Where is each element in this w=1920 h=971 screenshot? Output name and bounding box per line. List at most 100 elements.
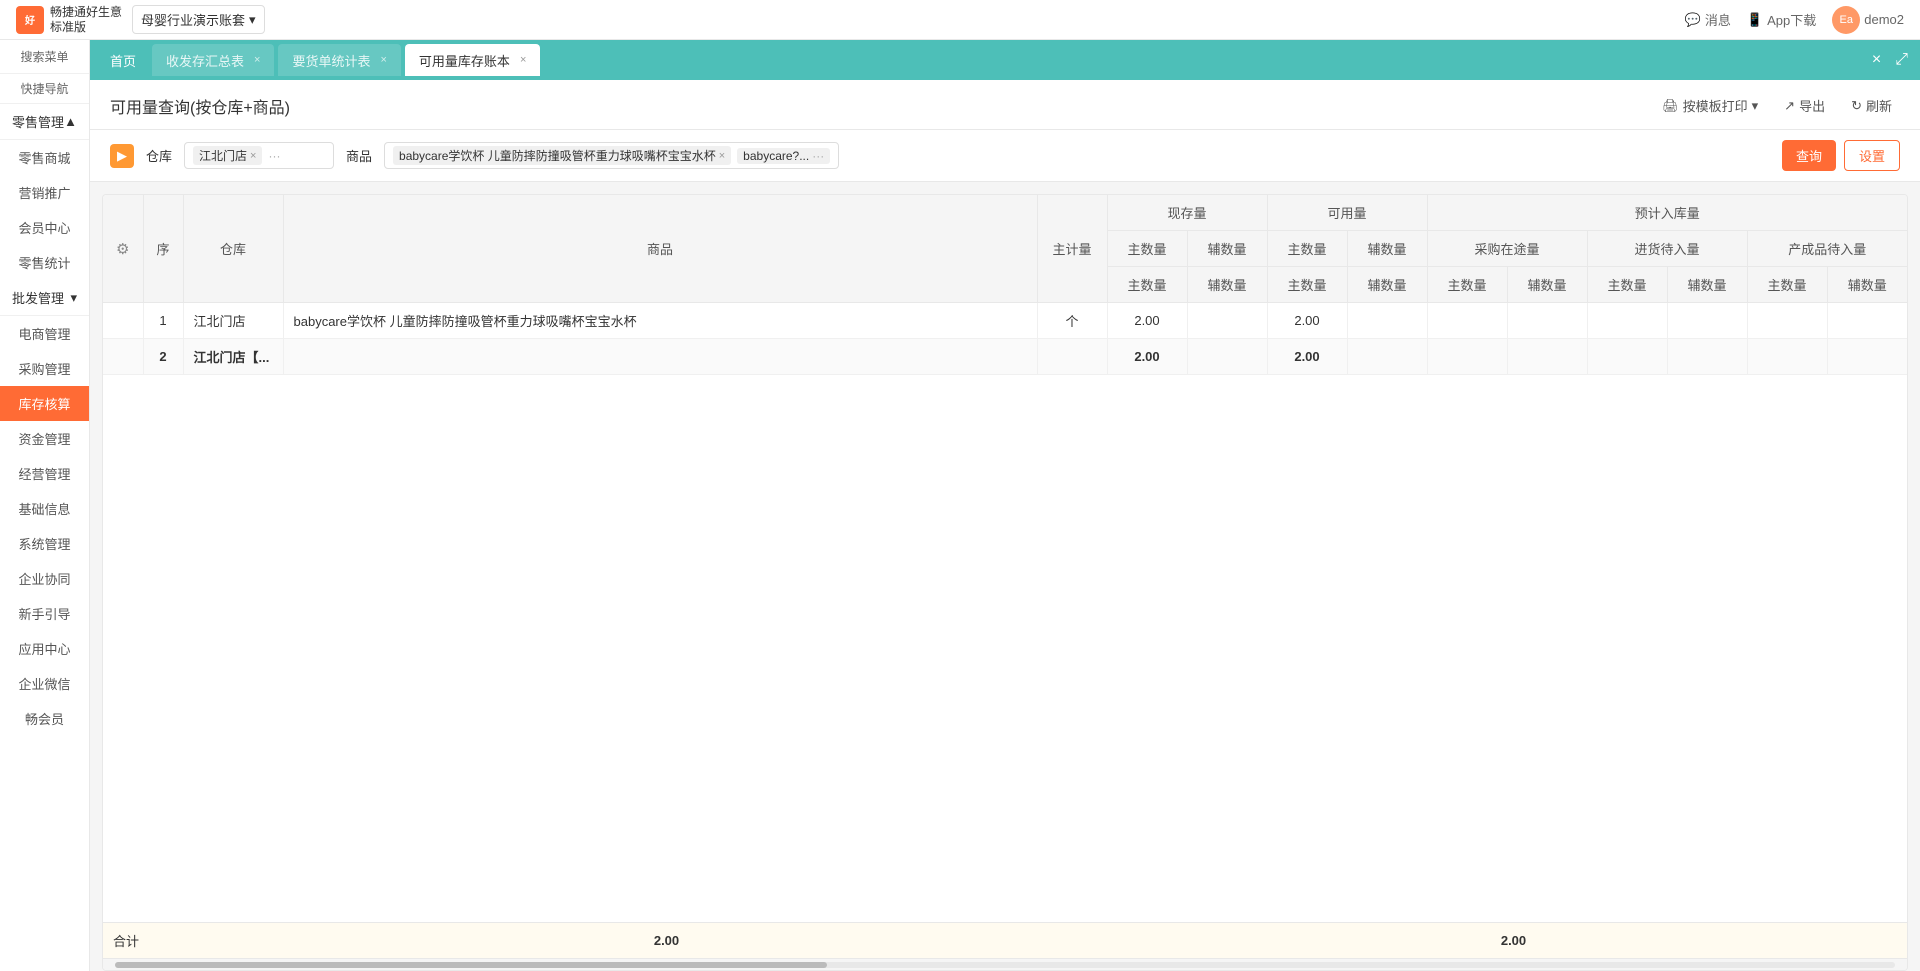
cell-p-aux — [1507, 303, 1587, 339]
user-menu[interactable]: Ea demo2 — [1832, 6, 1904, 34]
setting-button[interactable]: 设置 — [1844, 140, 1900, 171]
col-available-group: 可用量 — [1267, 195, 1427, 231]
filter-area: ▶ 仓库 江北门店 × ··· 商品 babycare学饮杯 儿童防摔防撞吸管杯… — [90, 130, 1920, 182]
query-button[interactable]: 查询 — [1782, 140, 1836, 171]
col-stock-group: 现存量 — [1107, 195, 1267, 231]
sidebar-item-member[interactable]: 会员中心 — [0, 210, 89, 245]
cell-i-main — [1587, 303, 1667, 339]
page-header-right: 🖨 按模板打印 ▾ ↗ 导出 ↻ 刷新 — [1654, 92, 1900, 129]
tab-available-stock[interactable]: 可用量库存账本 × — [405, 44, 540, 76]
cell-settings2 — [103, 339, 143, 375]
cell-avail-main: 2.00 — [1267, 303, 1347, 339]
cell-no2: 2 — [143, 339, 183, 375]
summary-avail-main: 2.00 — [1501, 933, 1526, 948]
cell-i-main2 — [1587, 339, 1667, 375]
warehouse-more[interactable]: ··· — [268, 149, 280, 163]
table-row: 2 江北门店【... 2.00 2.00 — [103, 339, 1907, 375]
sidebar-item-inventory[interactable]: 库存核算 — [0, 386, 89, 421]
print-button[interactable]: 🖨 按模板打印 ▾ — [1654, 92, 1766, 119]
product-input[interactable]: babycare学饮杯 儿童防摔防撞吸管杯重力球吸嘴杯宝宝水杯 × babyca… — [384, 142, 839, 169]
cell-p-main — [1427, 303, 1507, 339]
warehouse-tag: 江北门店 × — [193, 146, 262, 165]
logo-area: 好 畅捷通好生意 标准版 — [16, 5, 122, 34]
sidebar-item-retail-stats[interactable]: 零售统计 — [0, 245, 89, 280]
col-stock-aux-header: 辅数量 — [1187, 231, 1267, 267]
cell-i-aux — [1667, 303, 1747, 339]
cell-unit: 个 — [1037, 303, 1107, 339]
settings-icon[interactable]: ⚙ — [116, 241, 129, 258]
main-layout: 搜索菜单 快捷导航 零售管理 ▲ 零售商城 营销推广 会员中心 零售统计 批发管… — [0, 40, 1920, 971]
tab-receive-summary[interactable]: 收发存汇总表 × — [152, 44, 274, 76]
refresh-button[interactable]: ↻ 刷新 — [1843, 92, 1900, 119]
page-header: 可用量查询(按仓库+商品) 🖨 按模板打印 ▾ ↗ 导出 ↻ 刷新 — [90, 80, 1920, 130]
cell-stock-aux — [1187, 303, 1267, 339]
cell-warehouse: 江北门店 — [183, 303, 283, 339]
chevron-up-icon: ▲ — [64, 114, 77, 129]
col-settings[interactable]: ⚙ — [103, 195, 143, 303]
sidebar-shortcut[interactable]: 快捷导航 — [0, 74, 89, 104]
top-bar-left: 好 畅捷通好生意 标准版 母婴行业演示账套 ▾ — [16, 5, 265, 34]
cell-product: babycare学饮杯 儿童防摔防撞吸管杯重力球吸嘴杯宝宝水杯 — [283, 303, 1037, 339]
product-tag-close[interactable]: × — [719, 150, 725, 162]
top-bar: 好 畅捷通好生意 标准版 母婴行业演示账套 ▾ 💬 消息 📱 App下载 Ea … — [0, 0, 1920, 40]
sidebar-item-basic-info[interactable]: 基础信息 — [0, 491, 89, 526]
col-unit-header: 主计量 — [1037, 195, 1107, 303]
sidebar-item-member2[interactable]: 畅会员 — [0, 701, 89, 736]
tab-close-icon[interactable]: × — [254, 54, 260, 66]
expand-tabs-button[interactable]: ⤢ — [1891, 51, 1912, 69]
table-header: ⚙ 序 仓库 商品 主计量 现存量 可用量 预计入库量 — [103, 195, 1907, 303]
summary-stock-main: 2.00 — [654, 933, 679, 948]
filter-buttons: 查询 设置 — [1782, 140, 1900, 171]
col-avail-main-header: 主数量 — [1267, 231, 1347, 267]
table-wrap: ⚙ 序 仓库 商品 主计量 现存量 可用量 预计入库量 — [102, 194, 1908, 971]
cell-unit2 — [1037, 339, 1107, 375]
sidebar: 搜索菜单 快捷导航 零售管理 ▲ 零售商城 营销推广 会员中心 零售统计 批发管… — [0, 40, 90, 971]
sidebar-item-operations[interactable]: 经营管理 — [0, 456, 89, 491]
sidebar-item-ecommerce[interactable]: 电商管理 — [0, 316, 89, 351]
sidebar-search[interactable]: 搜索菜单 — [0, 40, 89, 74]
store-select[interactable]: 母婴行业演示账套 ▾ — [132, 5, 265, 34]
tab-home[interactable]: 首页 — [98, 44, 148, 76]
sidebar-item-app-center[interactable]: 应用中心 — [0, 631, 89, 666]
warehouse-tag-close[interactable]: × — [250, 150, 256, 162]
col-pr-aux: 辅数量 — [1827, 267, 1907, 303]
sidebar-item-newbie[interactable]: 新手引导 — [0, 596, 89, 631]
sidebar-item-wholesale-mgmt[interactable]: 批发管理 ▾ — [0, 280, 89, 316]
content-area: 首页 收发存汇总表 × 要货单统计表 × 可用量库存账本 × × ⤢ 可用量查询… — [90, 40, 1920, 971]
col-stock-main-header: 主数量 — [1107, 231, 1187, 267]
message-button[interactable]: 💬 消息 — [1685, 10, 1731, 29]
print-icon: 🖨 — [1662, 98, 1679, 114]
warehouse-input[interactable]: 江北门店 × ··· — [184, 142, 334, 169]
sidebar-item-retail-mgmt[interactable]: 零售管理 ▲ — [0, 104, 89, 140]
sidebar-item-finance[interactable]: 资金管理 — [0, 421, 89, 456]
tab-order-stats[interactable]: 要货单统计表 × — [278, 44, 400, 76]
cell-product2 — [283, 339, 1037, 375]
tab-close-icon[interactable]: × — [380, 54, 386, 66]
col-s-main: 主数量 — [1107, 267, 1187, 303]
sidebar-item-collab[interactable]: 企业协同 — [0, 561, 89, 596]
expand-filter-button[interactable]: ▶ — [110, 144, 134, 168]
scroll-bar-track[interactable] — [115, 962, 1895, 968]
product-tag-extra: babycare?... ··· — [737, 148, 830, 164]
tab-close-icon[interactable]: × — [520, 54, 526, 66]
col-i-aux: 辅数量 — [1667, 267, 1747, 303]
cell-stock-aux2 — [1187, 339, 1267, 375]
warehouse-label: 仓库 — [146, 146, 172, 165]
page-content: 可用量查询(按仓库+商品) 🖨 按模板打印 ▾ ↗ 导出 ↻ 刷新 — [90, 80, 1920, 971]
table-row: 1 江北门店 babycare学饮杯 儿童防摔防撞吸管杯重力球吸嘴杯宝宝水杯 个… — [103, 303, 1907, 339]
cell-avail-main2: 2.00 — [1267, 339, 1347, 375]
sidebar-item-retail-mall[interactable]: 零售商城 — [0, 140, 89, 175]
sidebar-item-purchase[interactable]: 采购管理 — [0, 351, 89, 386]
col-p-aux: 辅数量 — [1507, 267, 1587, 303]
cell-p-aux2 — [1507, 339, 1587, 375]
table-footer: 合计 2.00 2.00 — [103, 922, 1907, 958]
close-all-tabs-button[interactable]: × — [1868, 51, 1885, 69]
scroll-bar-wrap — [103, 958, 1907, 970]
scroll-bar-thumb[interactable] — [115, 962, 827, 968]
app-download-button[interactable]: 📱 App下载 — [1747, 10, 1816, 29]
sidebar-item-marketing[interactable]: 营销推广 — [0, 175, 89, 210]
export-button[interactable]: ↗ 导出 — [1776, 92, 1833, 119]
top-bar-right: 💬 消息 📱 App下载 Ea demo2 — [1685, 6, 1904, 34]
sidebar-item-enterprise-wechat[interactable]: 企业微信 — [0, 666, 89, 701]
sidebar-item-system[interactable]: 系统管理 — [0, 526, 89, 561]
